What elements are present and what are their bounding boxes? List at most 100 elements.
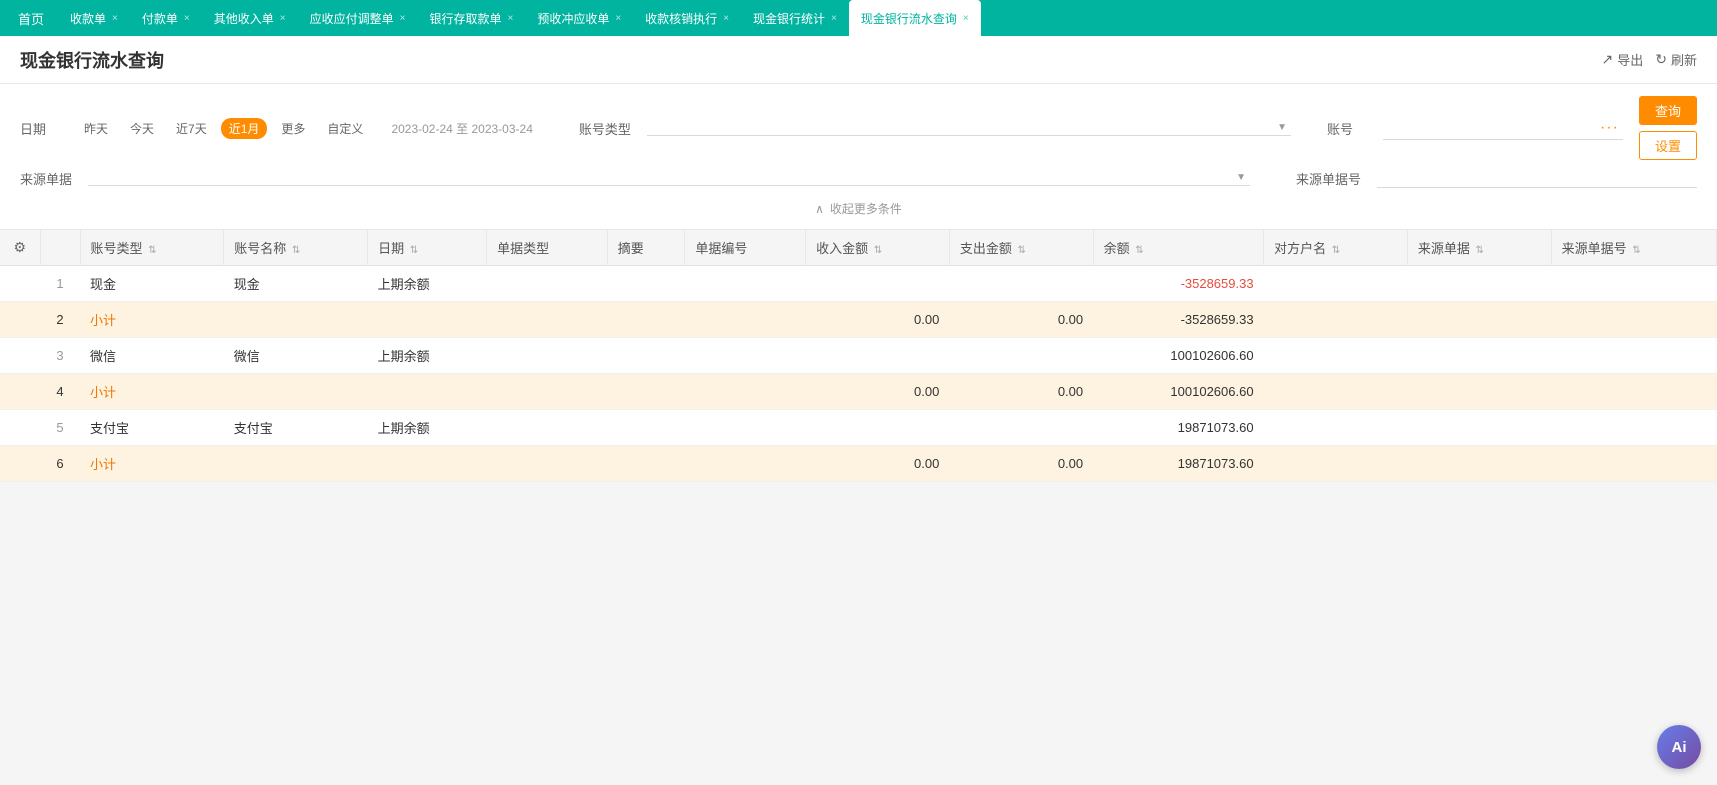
- row-number: 1: [40, 266, 80, 302]
- collapse-bar[interactable]: ∧ 收起更多条件: [20, 196, 1697, 217]
- cell-counterparty: [1264, 338, 1408, 374]
- cell-source-doc: [1407, 338, 1551, 374]
- column-balance[interactable]: 余额 ⇅: [1093, 230, 1263, 266]
- nav-tab-tab-cash-stat[interactable]: 现金银行统计×: [741, 0, 849, 36]
- cell-source-doc: [1407, 446, 1551, 482]
- data-table: ⚙ 账号类型 ⇅账号名称 ⇅日期 ⇅单据类型摘要单据编号收入金额 ⇅支出金额 ⇅余…: [0, 230, 1717, 482]
- cell-expense: [949, 338, 1093, 374]
- nav-tab-tab-payment[interactable]: 付款单×: [130, 0, 202, 36]
- export-icon: ↗: [1602, 51, 1614, 68]
- nav-home[interactable]: 首页: [4, 9, 58, 28]
- table-row: 6小计0.000.0019871073.60: [0, 446, 1717, 482]
- cell-counterparty: [1264, 446, 1408, 482]
- column-summary: 摘要: [607, 230, 685, 266]
- column-settings-icon[interactable]: ⚙: [13, 239, 26, 255]
- date-option-today[interactable]: 今天: [122, 118, 162, 139]
- cell-summary: [607, 302, 685, 338]
- cell-doc-no: [685, 338, 806, 374]
- refresh-icon: ↻: [1655, 51, 1667, 68]
- column-account_name[interactable]: 账号名称 ⇅: [224, 230, 368, 266]
- cell-account-name: 微信: [224, 338, 368, 374]
- cell-source-doc-no: [1551, 266, 1716, 302]
- cell-doc-no: [685, 266, 806, 302]
- column-doc_no: 单据编号: [685, 230, 806, 266]
- column-source_doc_no[interactable]: 来源单据号 ⇅: [1551, 230, 1716, 266]
- column-income[interactable]: 收入金额 ⇅: [806, 230, 950, 266]
- cell-account-type: 小计: [80, 374, 224, 410]
- column-expense[interactable]: 支出金额 ⇅: [949, 230, 1093, 266]
- column-date[interactable]: 日期 ⇅: [368, 230, 487, 266]
- column-account_type[interactable]: 账号类型 ⇅: [80, 230, 224, 266]
- nav-tab-tab-ar-adjust[interactable]: 应收应付调整单×: [298, 0, 418, 36]
- table-container: ⚙ 账号类型 ⇅账号名称 ⇅日期 ⇅单据类型摘要单据编号收入金额 ⇅支出金额 ⇅余…: [0, 230, 1717, 482]
- cell-expense: 0.00: [949, 302, 1093, 338]
- filter-area: 日期 昨天今天近7天近1月更多自定义 2023-02-24 至 2023-03-…: [0, 84, 1717, 230]
- nav-tab-tab-cash-flow[interactable]: 现金银行流水查询×: [849, 0, 981, 36]
- cell-income: [806, 410, 950, 446]
- table-row: 4小计0.000.00100102606.60: [0, 374, 1717, 410]
- cell-doc-type: [487, 410, 608, 446]
- cell-source-doc-no: [1551, 410, 1716, 446]
- row-action-cell: [0, 374, 40, 410]
- row-number: 6: [40, 446, 80, 482]
- row-action-cell: [0, 446, 40, 482]
- cell-source-doc-no: [1551, 374, 1716, 410]
- nav-tab-tab-receipt[interactable]: 收款单×: [58, 0, 130, 36]
- cell-doc-type: [487, 446, 608, 482]
- date-option-yesterday[interactable]: 昨天: [76, 118, 116, 139]
- table-row: 5支付宝支付宝上期余额19871073.60: [0, 410, 1717, 446]
- nav-tab-tab-collect-exec[interactable]: 收款核销执行×: [633, 0, 741, 36]
- cell-balance: 19871073.60: [1093, 446, 1263, 482]
- cell-doc-no: [685, 410, 806, 446]
- collapse-label: 收起更多条件: [830, 200, 902, 217]
- date-option-last7days[interactable]: 近7天: [168, 118, 215, 139]
- table-row: 2小计0.000.00-3528659.33: [0, 302, 1717, 338]
- cell-account-type: 支付宝: [80, 410, 224, 446]
- source-doc-dropdown-icon: ▼: [1236, 172, 1246, 183]
- cell-account-type: 小计: [80, 302, 224, 338]
- collapse-up-icon: ∧: [815, 202, 824, 216]
- cell-summary: [607, 338, 685, 374]
- nav-tab-tab-prepay[interactable]: 预收冲应收单×: [525, 0, 633, 36]
- ai-badge[interactable]: Ai: [1657, 725, 1701, 769]
- cell-date: 上期余额: [368, 410, 487, 446]
- date-option-custom[interactable]: 自定义: [319, 118, 371, 139]
- cell-doc-type: [487, 338, 608, 374]
- query-button[interactable]: 查询: [1639, 96, 1697, 125]
- nav-tab-tab-bank-deposit[interactable]: 银行存取款单×: [417, 0, 525, 36]
- refresh-button[interactable]: ↻ 刷新: [1655, 50, 1697, 69]
- cell-account-name: 支付宝: [224, 410, 368, 446]
- cell-source-doc: [1407, 302, 1551, 338]
- cell-counterparty: [1264, 266, 1408, 302]
- source-doc-no-input[interactable]: [1377, 168, 1697, 188]
- cell-source-doc: [1407, 266, 1551, 302]
- column-counterparty[interactable]: 对方户名 ⇅: [1264, 230, 1408, 266]
- date-option-last1month[interactable]: 近1月: [221, 118, 268, 139]
- cell-expense: [949, 266, 1093, 302]
- cell-date: 上期余额: [368, 266, 487, 302]
- cell-doc-type: [487, 266, 608, 302]
- export-button[interactable]: ↗ 导出: [1602, 50, 1644, 69]
- cell-account-name: [224, 446, 368, 482]
- cell-summary: [607, 266, 685, 302]
- column-settings[interactable]: ⚙: [0, 230, 40, 266]
- column-source_doc[interactable]: 来源单据 ⇅: [1407, 230, 1551, 266]
- account-no-dots-button[interactable]: ···: [1600, 119, 1619, 137]
- page-title: 现金银行流水查询: [20, 47, 164, 73]
- source-doc-select[interactable]: ▼: [88, 170, 1250, 186]
- cell-account-name: 现金: [224, 266, 368, 302]
- column-doc_type: 单据类型: [487, 230, 608, 266]
- filter-row-2: 来源单据 ▼ 来源单据号: [20, 168, 1697, 188]
- date-range: 2023-02-24 至 2023-03-24: [391, 120, 532, 137]
- account-type-select[interactable]: ▼: [647, 120, 1291, 136]
- filter-row-1: 日期 昨天今天近7天近1月更多自定义 2023-02-24 至 2023-03-…: [20, 96, 1697, 160]
- cell-date: [368, 446, 487, 482]
- nav-tabs: 收款单×付款单×其他收入单×应收应付调整单×银行存取款单×预收冲应收单×收款核销…: [58, 0, 981, 36]
- settings-button[interactable]: 设置: [1639, 131, 1697, 160]
- cell-doc-no: [685, 374, 806, 410]
- cell-date: [368, 302, 487, 338]
- cell-summary: [607, 374, 685, 410]
- cell-source-doc: [1407, 374, 1551, 410]
- date-option-more[interactable]: 更多: [273, 118, 313, 139]
- nav-tab-tab-other-income[interactable]: 其他收入单×: [202, 0, 298, 36]
